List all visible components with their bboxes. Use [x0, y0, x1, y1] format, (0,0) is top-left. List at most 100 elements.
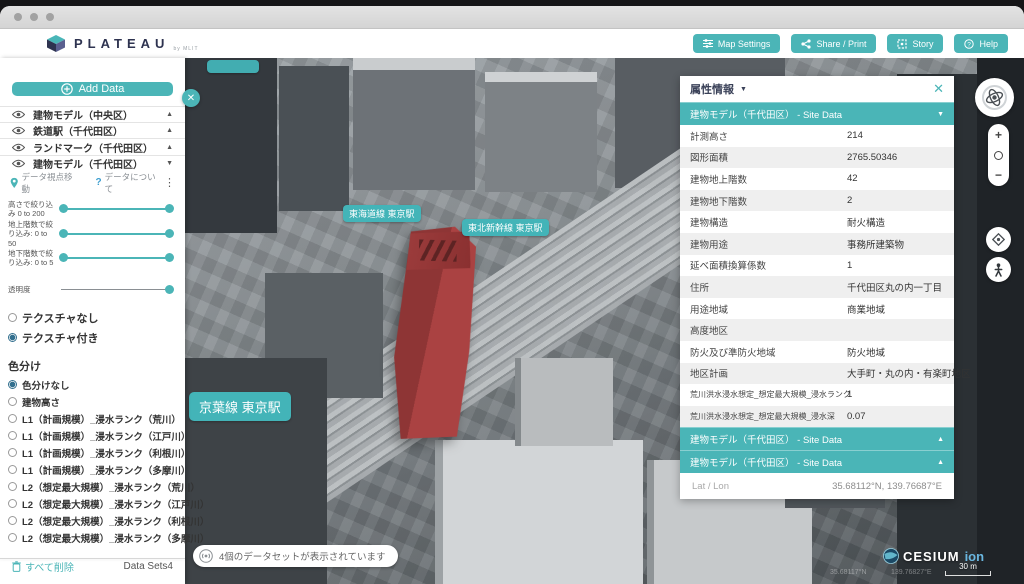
help-button[interactable]: ? Help	[954, 34, 1008, 53]
sidebar-footer: すべて削除 Data Sets4	[0, 559, 185, 584]
opacity-slider[interactable]	[61, 289, 172, 290]
window-minimize-icon[interactable]	[30, 13, 38, 21]
map-label-tokaido-line[interactable]: 東海道線 東京駅	[343, 205, 421, 222]
attribute-value: 1	[847, 260, 852, 271]
attribute-row: 荒川洪水浸水想定_想定最大規模_浸水深0.07	[680, 406, 954, 428]
attribute-label: 高度地区	[690, 323, 728, 337]
window-titlebar	[0, 6, 1024, 29]
radio-icon	[8, 499, 17, 508]
close-icon[interactable]: ✕	[933, 81, 944, 97]
radio-icon	[8, 465, 17, 474]
eye-icon[interactable]	[12, 159, 25, 168]
add-data-label: Add Data	[79, 83, 125, 95]
zoom-control: + −	[988, 124, 1009, 186]
slider-handle[interactable]	[59, 229, 68, 238]
pedestrian-view-button[interactable]	[986, 257, 1011, 282]
sidebar-item-dataset-2[interactable]: ランドマーク（千代田区） ▲	[0, 138, 185, 154]
attribute-group-label: 建物モデル（千代田区） - Site Data	[690, 107, 842, 121]
radio-flood-rank[interactable]: L1（計画規模）_浸水ランク（利根川）	[8, 446, 177, 460]
attribute-label: 荒川洪水浸水想定_想定最大規模_浸水深	[690, 411, 835, 422]
slider-handle[interactable]	[165, 253, 174, 262]
story-button[interactable]: Story	[887, 34, 943, 53]
radio-flood-rank[interactable]: L2（想定最大規模）_浸水ランク（江戸川）	[8, 497, 177, 511]
slider-handle[interactable]	[59, 204, 68, 213]
chevron-up-icon[interactable]: ▲	[166, 127, 173, 134]
zoom-out-button[interactable]: −	[995, 170, 1002, 180]
radio-color-none[interactable]: 色分けなし	[8, 378, 177, 392]
radio-flood-rank[interactable]: L2（想定最大規模）_浸水ランク（利根川）	[8, 514, 177, 528]
viewpoint-move-button[interactable]: データ視点移動	[10, 171, 77, 195]
height-filter-row: 高さで絞り込み 0 to 200	[8, 199, 177, 220]
sidebar-item-dataset-1[interactable]: 鉄道駅（千代田区） ▲	[0, 122, 185, 138]
window-maximize-icon[interactable]	[46, 13, 54, 21]
compass-control[interactable]	[975, 78, 1014, 117]
delete-all-button[interactable]: すべて削除	[12, 559, 74, 574]
map-settings-button[interactable]: Map Settings	[693, 34, 781, 53]
chevron-down-icon[interactable]: ▼	[166, 160, 173, 167]
attribute-label: 建物用途	[690, 237, 728, 251]
attribute-label: 荒川洪水浸水想定_想定最大規模_浸水ランク	[690, 389, 851, 400]
add-data-button[interactable]: Add Data	[12, 82, 173, 96]
radio-flood-rank[interactable]: L2（想定最大規模）_浸水ランク（多摩川）	[8, 531, 177, 545]
map-label-pill[interactable]	[207, 60, 259, 73]
slider-handle[interactable]	[59, 253, 68, 262]
map-label-keiyo-line[interactable]: 京葉線 東京駅	[189, 392, 291, 421]
sidebar-close-button[interactable]: ✕	[182, 89, 200, 107]
trash-icon	[12, 561, 21, 572]
attribute-value: 42	[847, 173, 858, 184]
crosshair-icon	[992, 233, 1005, 246]
attribute-label: 防火及び準防火地域	[690, 345, 776, 359]
locate-button[interactable]	[986, 227, 1011, 252]
dataset-label: 建物モデル（中央区）	[33, 107, 158, 122]
attribute-value: 千代田区丸の内一丁目	[847, 280, 942, 294]
dataset-label: 建物モデル（千代田区）	[33, 156, 158, 171]
close-icon: ✕	[187, 93, 195, 104]
gyroscope-icon	[982, 85, 1007, 110]
floors-below-filter-slider[interactable]	[61, 257, 172, 259]
height-filter-slider[interactable]	[61, 208, 172, 210]
attribute-value: 商業地域	[847, 302, 885, 316]
attribute-group-collapsed[interactable]: 建物モデル（千代田区） - Site Data ▲	[680, 427, 954, 450]
radio-texture-none[interactable]: テクスチャなし	[8, 310, 177, 326]
share-print-button[interactable]: Share / Print	[791, 34, 876, 53]
radio-flood-rank[interactable]: L2（想定最大規模）_浸水ランク（荒川）	[8, 480, 177, 494]
sidebar-item-dataset-3[interactable]: 建物モデル（千代田区） ▼	[0, 155, 185, 171]
radio-flood-rank[interactable]: L1（計画規模）_浸水ランク（荒川）	[8, 412, 177, 426]
radio-icon	[8, 533, 17, 542]
about-data-button[interactable]: ? データについて	[95, 171, 160, 195]
chevron-down-icon[interactable]: ▼	[740, 86, 747, 93]
sidebar-item-dataset-0[interactable]: 建物モデル（中央区） ▲	[0, 106, 185, 122]
radio-flood-rank[interactable]: L1（計画規模）_浸水ランク（江戸川）	[8, 429, 177, 443]
attribute-label: 延べ面積換算係数	[690, 258, 766, 272]
selected-building-highlight[interactable]	[391, 225, 476, 442]
logo-subtext: by MLIT	[173, 46, 198, 52]
slider-handle[interactable]	[165, 229, 174, 238]
radio-icon	[8, 397, 17, 406]
eye-icon[interactable]	[12, 143, 25, 152]
zoom-reset-button[interactable]	[994, 151, 1003, 160]
kebab-menu-icon[interactable]: ⋮	[164, 176, 175, 189]
eye-icon[interactable]	[12, 126, 25, 135]
zoom-in-button[interactable]: +	[995, 130, 1002, 140]
attribute-value: 大手町・丸の内・有楽町地区	[847, 366, 971, 380]
attribute-group-expanded[interactable]: 建物モデル（千代田区） - Site Data ▼	[680, 102, 954, 125]
radio-building-height[interactable]: 建物高さ	[8, 395, 177, 409]
sidebar: Add Data 建物モデル（中央区） ▲ 鉄道駅（千代田区） ▲ ランドマーク…	[0, 58, 185, 584]
slider-handle[interactable]	[165, 204, 174, 213]
map-3d-view[interactable]: 東海道線 東京駅 東北新幹線 東京駅 京葉線 東京駅 + −	[185, 58, 1024, 584]
floors-above-filter-slider[interactable]	[61, 233, 172, 235]
chevron-up-icon[interactable]: ▲	[166, 144, 173, 151]
map-label-tohoku-shinkansen[interactable]: 東北新幹線 東京駅	[462, 219, 549, 236]
eye-icon[interactable]	[12, 110, 25, 119]
attribute-value: 214	[847, 130, 863, 141]
slider-handle[interactable]	[165, 285, 174, 294]
floors-above-filter-label: 地上階数で絞り込み: 0 to 50	[8, 220, 56, 248]
radio-flood-rank[interactable]: L1（計画規模）_浸水ランク（多摩川）	[8, 463, 177, 477]
window-close-icon[interactable]	[14, 13, 22, 21]
floors-below-filter-label: 地下階数で絞り込み: 0 to 5	[8, 249, 56, 268]
height-filter-label: 高さで絞り込み 0 to 200	[8, 200, 56, 219]
dataset-label: 鉄道駅（千代田区）	[33, 123, 158, 138]
attribute-group-collapsed[interactable]: 建物モデル（千代田区） - Site Data ▲	[680, 450, 954, 473]
radio-texture-on[interactable]: テクスチャ付き	[8, 330, 177, 346]
chevron-up-icon[interactable]: ▲	[166, 111, 173, 118]
